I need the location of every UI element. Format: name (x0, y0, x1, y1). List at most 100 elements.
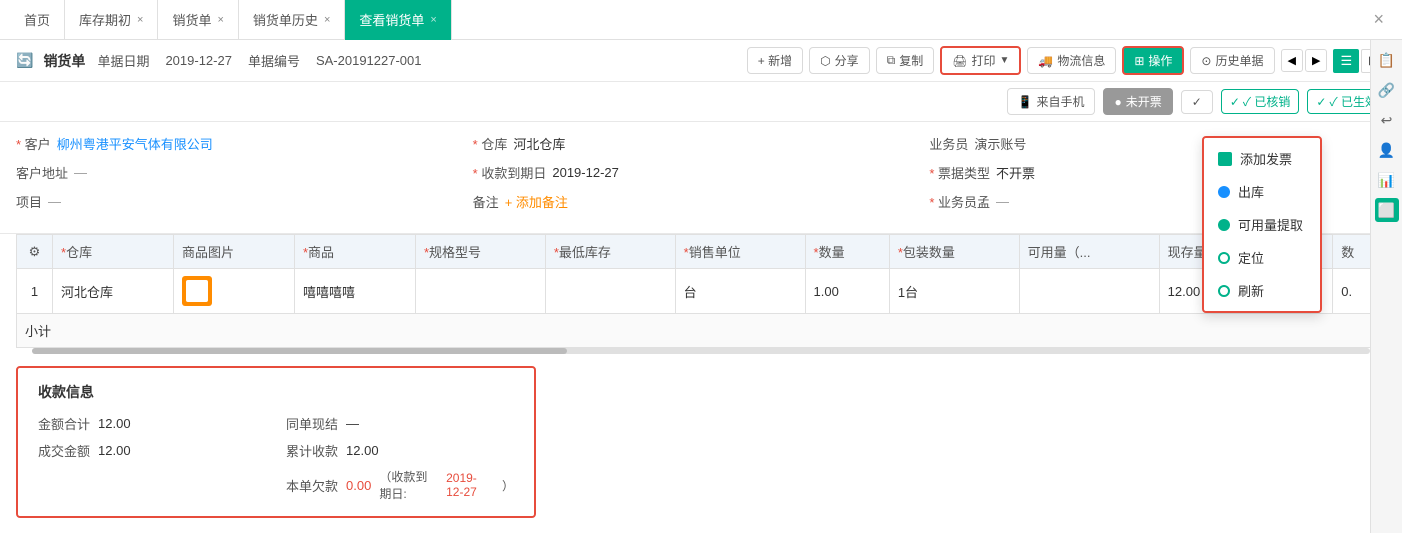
cell-available (1019, 269, 1159, 314)
share-button[interactable]: ⬡ 分享 (809, 47, 870, 74)
due-date: 2019-12-27 (446, 471, 494, 499)
cell-unit: 台 (675, 269, 805, 314)
subtotal-label: 小计 (25, 324, 51, 339)
staff-value: 演示账号 (974, 134, 1026, 153)
date-label: 单据日期 (97, 51, 149, 70)
balance-value: 0.00 (346, 478, 371, 493)
phone-icon: 📱 (1018, 95, 1033, 109)
close-tab-sales[interactable]: × (217, 14, 223, 26)
check-confirmed-icon: ✓ (1230, 95, 1240, 109)
cell-warehouse: 河北仓库 (53, 269, 174, 314)
next-arrow[interactable]: ▶ (1305, 49, 1327, 72)
cumulative-label: 累计收款 (286, 441, 338, 460)
nav-arrows: ◀ ▶ (1281, 49, 1328, 72)
form-row-2: 客户地址 — 收款到期日 2019-12-27 票据类型 不开票 (16, 163, 1386, 182)
outbound-label: 出库 (1238, 182, 1264, 201)
sidebar-icon-chart[interactable]: 📊 (1375, 168, 1399, 192)
history-button[interactable]: ⊙ 历史单据 (1190, 47, 1274, 74)
print-button[interactable]: 🖨 打印 ▼ (940, 46, 1021, 75)
sidebar-icon-user[interactable]: 👤 (1375, 138, 1399, 162)
dropdown-outbound[interactable]: 出库 (1204, 175, 1320, 208)
prev-arrow[interactable]: ◀ (1281, 49, 1303, 72)
table-scrollbar[interactable] (32, 348, 1370, 354)
actual-value: 12.00 (98, 443, 131, 458)
salesperson-label: 业务员孟 (929, 192, 990, 211)
list-view-btn[interactable]: ☰ (1333, 49, 1359, 73)
dropdown-add-invoice[interactable]: 添加发票 (1204, 142, 1320, 175)
sidebar-icon-link[interactable]: 🔗 (1375, 78, 1399, 102)
product-image (182, 276, 212, 306)
close-tab-inventory[interactable]: × (137, 14, 143, 26)
refresh-label: 刷新 (1238, 281, 1264, 300)
tab-inventory-init[interactable]: 库存期初 × (65, 0, 158, 40)
from-phone-button[interactable]: 📱 来自手机 (1007, 88, 1096, 115)
number-label: 单据编号 (248, 51, 300, 70)
data-table: ⚙ *仓库 商品图片 *商品 *规格型号 *最低库存 *销售单位 *数量 *包装… (16, 234, 1386, 348)
cell-min-stock (545, 269, 675, 314)
operation-button[interactable]: ⊞ 操作 (1122, 46, 1184, 75)
col-image: 商品图片 (173, 235, 294, 269)
address-field: 客户地址 — (16, 163, 473, 182)
confirmed-status: ✓ ✓ 已核销 (1221, 89, 1300, 114)
balance-label: 本单欠款 (286, 476, 338, 495)
payment-date-field: 收款到期日 2019-12-27 (473, 163, 930, 182)
add-invoice-label: 添加发票 (1240, 149, 1292, 168)
new-button[interactable]: + 新增 (747, 47, 803, 74)
cell-spec (415, 269, 545, 314)
main-area: 🔄 销货单 单据日期 2019-12-27 单据编号 SA-20191227-0… (0, 40, 1402, 533)
col-min-stock: *最低库存 (545, 235, 675, 269)
window-close-button[interactable]: × (1365, 9, 1392, 29)
dropdown-available-extract[interactable]: 可用量提取 (1204, 208, 1320, 241)
warehouse-value: 河北仓库 (513, 134, 565, 153)
sidebar-icon-clipboard[interactable]: 📋 (1375, 48, 1399, 72)
customer-label: 客户 (16, 134, 51, 153)
dropdown-refresh[interactable]: 刷新 (1204, 274, 1320, 307)
locate-icon (1218, 252, 1230, 264)
sidebar-icon-expand[interactable]: ⬜ (1375, 198, 1399, 222)
check-icon: ✓ (1192, 95, 1202, 109)
tab-view-sales-order[interactable]: 查看销货单 × (345, 0, 451, 40)
not-open-ticket-button[interactable]: ● 未开票 (1103, 88, 1172, 115)
dropdown-locate[interactable]: 定位 (1204, 241, 1320, 274)
doc-icon: 🔄 (16, 52, 33, 69)
top-toolbar: 🔄 销货单 单据日期 2019-12-27 单据编号 SA-20191227-0… (0, 40, 1402, 82)
customer-value[interactable]: 柳州粤港平安气体有限公司 (57, 134, 213, 153)
close-tab-view-sales[interactable]: × (430, 14, 436, 26)
payment-date-label: 收款到期日 (473, 163, 547, 182)
tab-sales-history[interactable]: 销货单历史 × (239, 0, 345, 40)
share-icon: ⬡ (820, 54, 830, 68)
date-value: 2019-12-27 (165, 53, 232, 68)
staff-label: 业务员 (929, 134, 968, 153)
tab-bar: 首页 库存期初 × 销货单 × 销货单历史 × 查看销货单 × × (0, 0, 1402, 40)
refresh-icon (1218, 285, 1230, 297)
tab-home[interactable]: 首页 (10, 0, 65, 40)
sidebar-icon-return[interactable]: ↩ (1375, 108, 1399, 132)
close-tab-sales-history[interactable]: × (324, 14, 330, 26)
available-label: 可用量提取 (1238, 215, 1303, 234)
due-prefix: （收款到期日: (379, 468, 438, 502)
project-field: 项目 — (16, 192, 473, 211)
form-row-3: 项目 — 备注 + 添加备注 业务员孟 — (16, 192, 1386, 211)
add-note-button[interactable]: + 添加备注 (505, 192, 568, 211)
same-order-label: 同单现结 (286, 414, 338, 433)
history-icon: ⊙ (1201, 54, 1211, 68)
warehouse-label: 仓库 (473, 134, 508, 153)
logistics-button[interactable]: 🚚 物流信息 (1027, 47, 1116, 74)
print-icon: 🖨 (952, 54, 967, 68)
truck-icon: 🚚 (1038, 54, 1053, 68)
total-value: 12.00 (98, 416, 131, 431)
right-sidebar: 📋 🔗 ↩ 👤 📊 ⬜ (1370, 40, 1402, 533)
tab-sales-order[interactable]: 销货单 × (158, 0, 238, 40)
payment-grid: 金额合计 12.00 同单现结 — 成交金额 12.00 累计收款 12.00 (38, 414, 514, 502)
grid-icon: ⊞ (1134, 54, 1144, 68)
subtotal-cell: 小计 (17, 314, 1386, 348)
outbound-icon (1218, 186, 1230, 198)
col-gear[interactable]: ⚙ (17, 235, 53, 269)
payment-total-row: 金额合计 12.00 (38, 414, 266, 433)
project-label: 项目 (16, 192, 42, 211)
copy-button[interactable]: ⧉ 复制 (876, 47, 935, 74)
confirm-check-button[interactable]: ✓ (1181, 90, 1213, 114)
address-label: 客户地址 (16, 163, 68, 182)
col-product: *商品 (294, 235, 415, 269)
project-value: — (48, 194, 61, 209)
